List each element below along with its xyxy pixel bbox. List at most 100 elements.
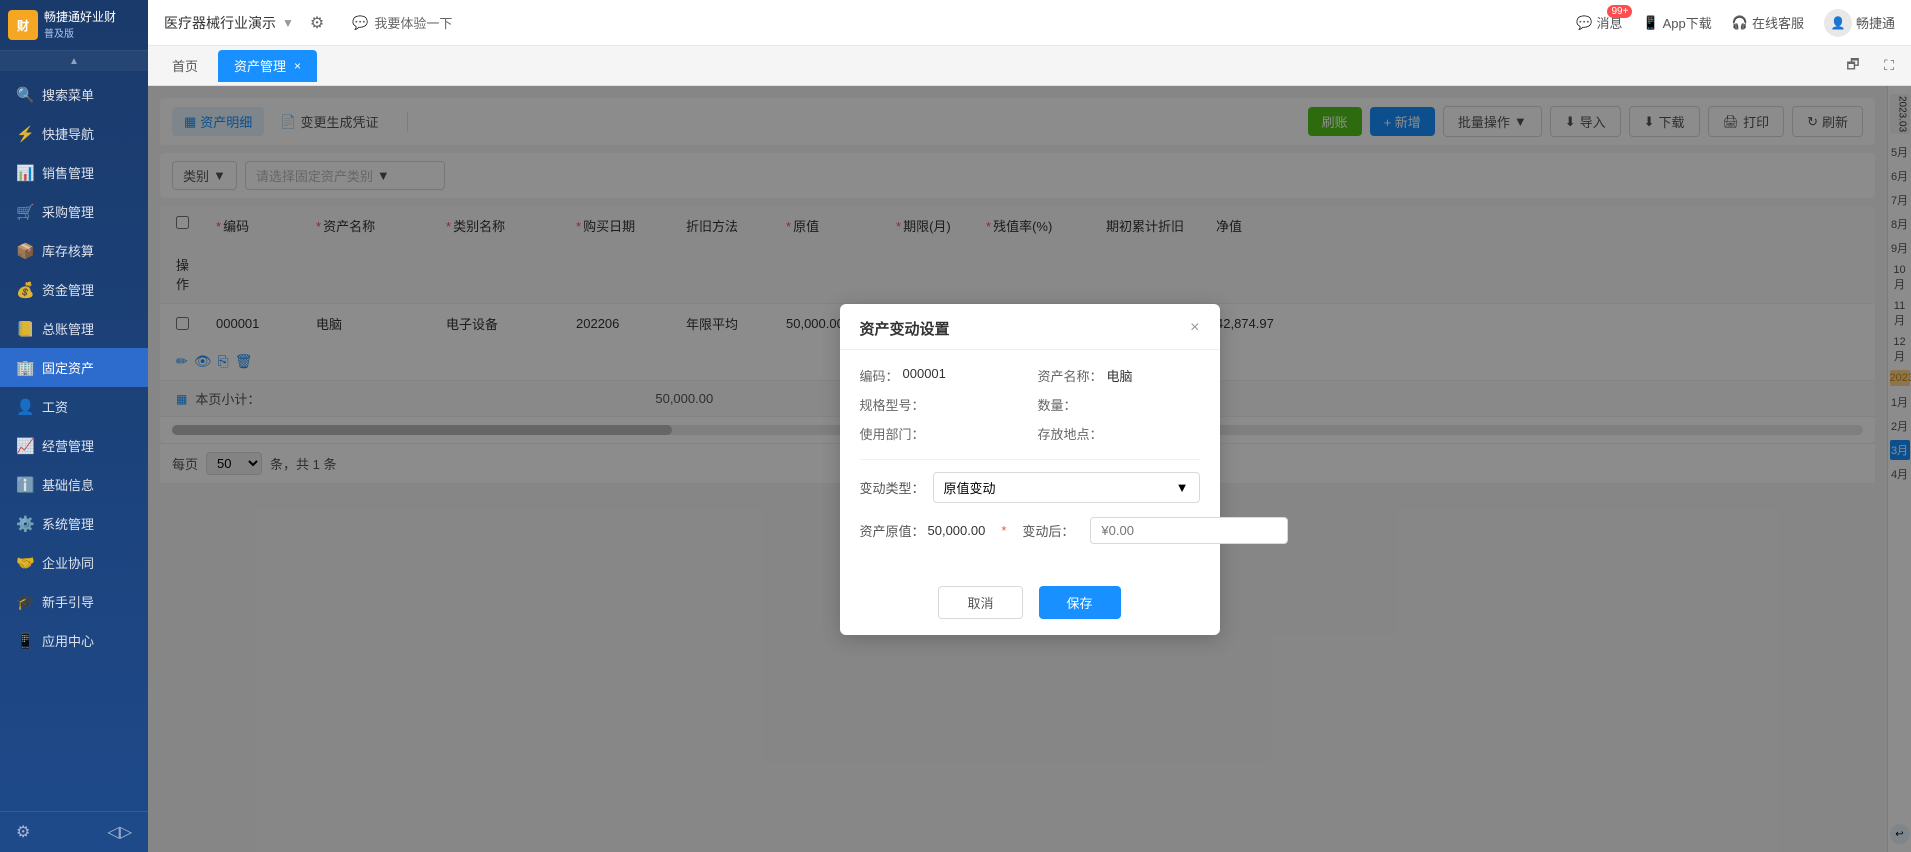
sidebar-item-sales[interactable]: 📊 销售管理 [0,153,148,192]
sidebar-item-fund[interactable]: 💰 资金管理 [0,270,148,309]
asset-name-info: 资产名称： 电脑 [1038,366,1200,385]
chevron-down-icon: ▼ [282,16,294,30]
header-actions: 💬 消息 99+ 📱 App下载 🎧 在线客服 👤 畅捷通 [1576,9,1895,37]
sidebar-item-label: 新手引导 [42,592,94,611]
tab-expand-button[interactable]: ⛶ [1875,52,1903,80]
sidebar-item-label: 总账管理 [42,319,94,338]
messages-badge: 99+ [1607,5,1632,18]
sidebar-item-search[interactable]: 🔍 搜索菜单 [0,75,148,114]
tab-minimize-button[interactable]: 🗗 [1839,52,1867,80]
modal-overlay: 资产变动设置 × 编码： 000001 资产名称： 电脑 [148,86,1911,852]
sidebar-item-operations[interactable]: 📈 经营管理 [0,426,148,465]
purchase-icon: 🛒 [16,203,34,221]
payroll-icon: 👤 [16,398,34,416]
message-icon: 💬 [1576,15,1592,31]
sidebar-item-inventory[interactable]: 📦 库存核算 [0,231,148,270]
fixed-assets-icon: 🏢 [16,359,34,377]
top-header: 医疗器械行业演示 ▼ ⚙ 💬 我要体验一下 💬 消息 99+ 📱 App下载 🎧… [148,0,1911,46]
logo-icon: 财 [8,10,38,40]
settings-icon[interactable]: ⚙ [310,13,324,33]
after-label: 变动后： [1022,521,1082,540]
change-type-row: 变动类型： 原值变动 ▼ [860,472,1200,503]
tab-close-icon[interactable]: × [294,59,301,73]
content-area: ▦ 资产明细 📄 变更生成凭证 刷账 + 新增 批量操作 ▼ [148,86,1911,852]
sidebar-item-purchase[interactable]: 🛒 采购管理 [0,192,148,231]
modal-header: 资产变动设置 × [840,304,1220,350]
dept-label: 使用部门： [860,424,925,443]
spec-info: 规格型号： [860,395,1022,414]
sidebar-item-label: 系统管理 [42,514,94,533]
modal-close-button[interactable]: × [1190,319,1199,337]
home-tab-label: 首页 [172,56,198,75]
sidebar-item-general-ledger[interactable]: 📒 总账管理 [0,309,148,348]
after-value-input[interactable] [1090,517,1288,544]
sidebar-item-label: 应用中心 [42,631,94,650]
sidebar-item-label: 快捷导航 [42,124,94,143]
operations-icon: 📈 [16,437,34,455]
user-avatar: 👤 [1824,9,1852,37]
company-selector[interactable]: 医疗器械行业演示 ▼ [164,13,294,33]
messages-button[interactable]: 💬 消息 99+ [1576,13,1622,32]
value-row: 资产原值： 50,000.00 * 变动后： [860,517,1200,544]
sidebar-item-fixed-assets[interactable]: 🏢 固定资产 [0,348,148,387]
sidebar-item-label: 基础信息 [42,475,94,494]
app-edition: 普及版 [44,25,116,40]
required-star: * [1001,523,1006,538]
sidebar-item-label: 经营管理 [42,436,94,455]
modal-title: 资产变动设置 [860,318,950,339]
sidebar-item-enterprise[interactable]: 🤝 企业协同 [0,543,148,582]
chevron-down-icon: ▼ [1176,480,1189,495]
sidebar-item-quicknav[interactable]: ⚡ 快捷导航 [0,114,148,153]
change-type-select[interactable]: 原值变动 ▼ [933,472,1200,503]
dept-info: 使用部门： [860,424,1022,443]
settings-icon[interactable]: ⚙ [16,822,30,842]
search-icon: 🔍 [16,86,34,104]
sidebar-item-label: 库存核算 [42,241,94,260]
feedback-button[interactable]: 💬 我要体验一下 [352,13,452,32]
feedback-icon: 💬 [352,15,368,31]
cancel-button[interactable]: 取消 [938,586,1022,619]
app-center-icon: 📱 [16,632,34,650]
location-info: 存放地点： [1038,424,1200,443]
sidebar: 财 畅捷通好业财 普及版 ▲ 🔍 搜索菜单 ⚡ 快捷导航 📊 销售管理 🛒 采购… [0,0,148,852]
save-button[interactable]: 保存 [1039,586,1121,619]
modal-divider [860,459,1200,460]
modal-footer: 取消 保存 [840,574,1220,635]
sidebar-item-payroll[interactable]: 👤 工资 [0,387,148,426]
service-label: 在线客服 [1752,13,1804,32]
user-menu[interactable]: 👤 畅捷通 [1824,9,1895,37]
sidebar-nav: 🔍 搜索菜单 ⚡ 快捷导航 📊 销售管理 🛒 采购管理 📦 库存核算 💰 资金管… [0,71,148,811]
quantity-info: 数量： [1038,395,1200,414]
system-icon: ⚙️ [16,515,34,533]
company-name: 医疗器械行业演示 [164,13,276,33]
sidebar-item-system[interactable]: ⚙️ 系统管理 [0,504,148,543]
sidebar-item-label: 搜索菜单 [42,85,94,104]
quicknav-icon: ⚡ [16,125,34,143]
tab-home[interactable]: 首页 [156,50,214,82]
ledger-icon: 📒 [16,320,34,338]
location-label: 存放地点： [1038,424,1103,443]
code-info: 编码： 000001 [860,366,1022,385]
sidebar-item-label: 工资 [42,397,68,416]
code-label: 编码： [860,366,899,385]
change-type-label: 变动类型： [860,478,925,497]
basic-icon: ℹ️ [16,476,34,494]
collapse-icon[interactable]: ◁▷ [107,822,132,842]
tab-asset-management[interactable]: 资产管理 × [218,50,317,82]
feedback-label: 我要体验一下 [374,13,452,32]
sidebar-item-basic-info[interactable]: ℹ️ 基础信息 [0,465,148,504]
asset-name-label: 资产名称： [1038,366,1103,385]
tab-bar: 首页 资产管理 × 🗗 ⛶ [148,46,1911,86]
quantity-label: 数量： [1038,395,1077,414]
inventory-icon: 📦 [16,242,34,260]
sidebar-item-guide[interactable]: 🎓 新手引导 [0,582,148,621]
sidebar-item-label: 企业协同 [42,553,94,572]
service-button[interactable]: 🎧 在线客服 [1732,13,1804,32]
download-button[interactable]: 📱 App下载 [1642,13,1711,32]
change-type-value: 原值变动 [944,478,996,497]
sidebar-item-label: 采购管理 [42,202,94,221]
asset-info-grid: 编码： 000001 资产名称： 电脑 规格型号： 数量： [860,366,1200,443]
sidebar-item-label: 销售管理 [42,163,94,182]
sidebar-item-app-center[interactable]: 📱 应用中心 [0,621,148,660]
sidebar-scroll-up[interactable]: ▲ [0,51,148,71]
